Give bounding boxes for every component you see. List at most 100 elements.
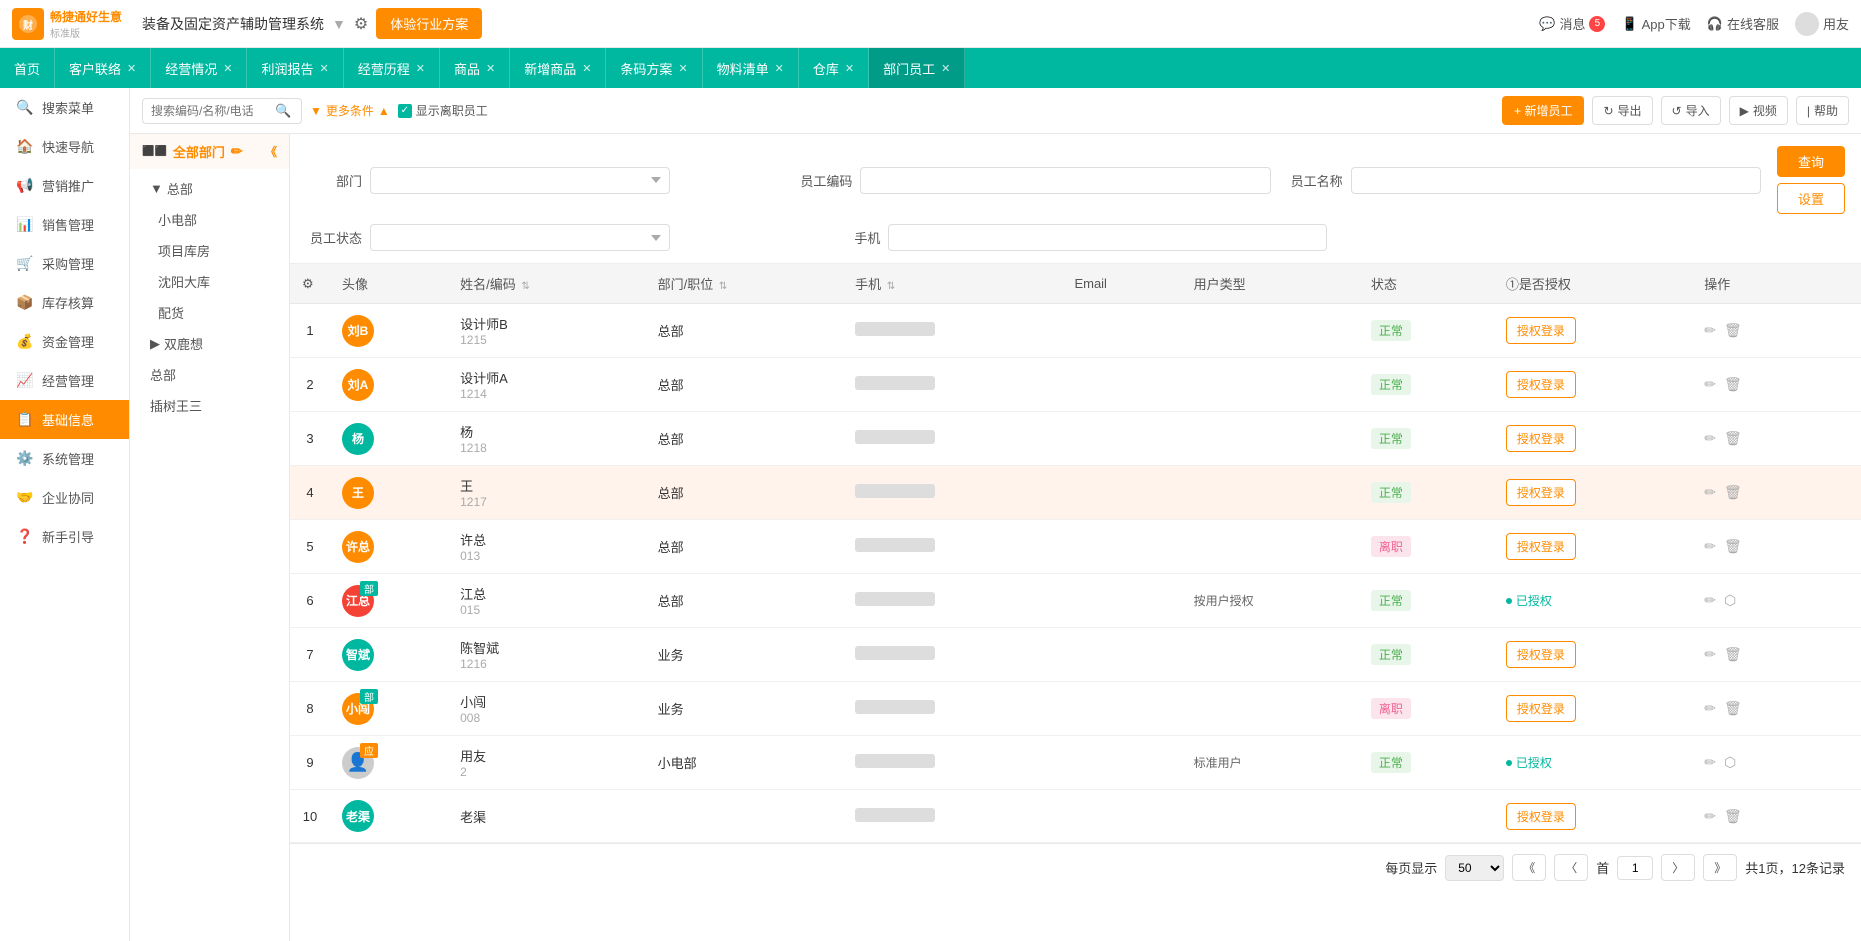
- dept-edit-icon[interactable]: ✏: [231, 143, 243, 160]
- close-icon[interactable]: ✕: [845, 62, 854, 75]
- delete-icon[interactable]: 🗑: [1724, 808, 1742, 825]
- close-icon[interactable]: ✕: [320, 62, 329, 75]
- export-button[interactable]: ↻ 导出: [1592, 96, 1652, 125]
- dept-tree-item-zongbu-parent[interactable]: ▼ 总部: [130, 173, 289, 204]
- tab-customer[interactable]: 客户联络 ✕: [55, 48, 151, 88]
- sidebar-item-purchase[interactable]: 🛒 采购管理: [0, 244, 129, 283]
- close-icon[interactable]: ✕: [941, 62, 950, 75]
- tab-operations[interactable]: 经营情况 ✕: [151, 48, 247, 88]
- close-icon[interactable]: ✕: [582, 62, 591, 75]
- delete-icon[interactable]: 🗑: [1724, 538, 1742, 555]
- tab-journey[interactable]: 经营历程 ✕: [344, 48, 440, 88]
- search-box[interactable]: 🔍: [142, 98, 302, 124]
- tab-department-staff[interactable]: 部门员工 ✕: [869, 48, 965, 88]
- trial-button[interactable]: 体验行业方案: [376, 8, 482, 39]
- sidebar-item-enterprise[interactable]: 🤝 企业协同: [0, 478, 129, 517]
- dept-select[interactable]: [370, 167, 670, 194]
- auth-button[interactable]: 授权登录: [1506, 803, 1576, 830]
- delete-icon[interactable]: 🗑: [1724, 700, 1742, 717]
- delete-icon[interactable]: 🗑: [1724, 322, 1742, 339]
- dept-tree-item-shenyang[interactable]: 沈阳大库: [130, 266, 289, 297]
- col-settings[interactable]: ⚙: [290, 264, 330, 304]
- emp-name-input[interactable]: [1351, 167, 1761, 194]
- sidebar-item-finance[interactable]: 💰 资金管理: [0, 322, 129, 361]
- auth-button[interactable]: 授权登录: [1506, 425, 1576, 452]
- auth-button[interactable]: 授权登录: [1506, 317, 1576, 344]
- edit-icon[interactable]: ✏: [1704, 592, 1716, 609]
- emp-code-input[interactable]: [860, 167, 1270, 194]
- help-button[interactable]: | 帮助: [1796, 96, 1849, 125]
- tab-barcode[interactable]: 条码方案 ✕: [606, 48, 702, 88]
- more-filter-button[interactable]: ▼ 更多条件 ▲: [310, 102, 390, 119]
- sidebar-item-system[interactable]: ⚙️ 系统管理: [0, 439, 129, 478]
- collapse-icon[interactable]: 《: [265, 143, 277, 160]
- edit-icon[interactable]: ✏: [1704, 538, 1716, 555]
- dept-tree-item-zongbu[interactable]: 总部: [130, 359, 289, 390]
- sidebar-item-quick-nav[interactable]: 🏠 快速导航: [0, 127, 129, 166]
- tab-bom[interactable]: 物料清单 ✕: [703, 48, 799, 88]
- page-input[interactable]: [1617, 856, 1653, 880]
- dept-tree-item-shuanglu[interactable]: ▶ 双鹿想: [130, 328, 289, 359]
- auth-button[interactable]: 授权登录: [1506, 533, 1576, 560]
- prev-page-button[interactable]: 〈: [1554, 854, 1588, 881]
- sidebar-item-sales[interactable]: 📊 销售管理: [0, 205, 129, 244]
- close-icon[interactable]: ✕: [416, 62, 425, 75]
- edit-icon[interactable]: ✏: [1704, 376, 1716, 393]
- close-icon[interactable]: ✕: [486, 62, 495, 75]
- delete-icon[interactable]: 🗑: [1724, 484, 1742, 501]
- tab-home[interactable]: 首页: [0, 48, 55, 88]
- close-icon[interactable]: ✕: [678, 62, 687, 75]
- phone-input[interactable]: [888, 224, 1326, 251]
- tab-goods[interactable]: 商品 ✕: [440, 48, 510, 88]
- chevron-down-icon[interactable]: ▼: [332, 16, 346, 32]
- dept-tree-item-xiaodian[interactable]: 小电部: [130, 204, 289, 235]
- view-button[interactable]: ▶ 视频: [1729, 96, 1788, 125]
- table-settings-icon[interactable]: ⚙: [302, 276, 314, 291]
- auth-button[interactable]: 授权登录: [1506, 479, 1576, 506]
- close-icon[interactable]: ✕: [127, 62, 136, 75]
- col-name-code[interactable]: 姓名/编码 ⇅: [448, 264, 645, 304]
- first-page-button[interactable]: 《: [1512, 854, 1546, 881]
- user-menu[interactable]: 用友: [1795, 12, 1849, 36]
- emp-status-select[interactable]: [370, 224, 670, 251]
- message-button[interactable]: 💬 消息 5: [1539, 14, 1605, 33]
- edit-icon[interactable]: ✏: [1704, 754, 1716, 771]
- online-service-button[interactable]: 🎧 在线客服: [1707, 14, 1779, 33]
- edit-icon[interactable]: ✏: [1704, 700, 1716, 717]
- sidebar-item-basic-info[interactable]: 📋 基础信息: [0, 400, 129, 439]
- edit-icon[interactable]: ✏: [1704, 646, 1716, 663]
- delete-icon[interactable]: 🗑: [1724, 646, 1742, 663]
- auth-button[interactable]: 授权登录: [1506, 371, 1576, 398]
- edit-icon[interactable]: ✏: [1704, 322, 1716, 339]
- per-page-select[interactable]: 50 20 100: [1445, 855, 1504, 881]
- delete-icon[interactable]: 🗑: [1724, 430, 1742, 447]
- auth-button[interactable]: 授权登录: [1506, 641, 1576, 668]
- reset-button[interactable]: 设置: [1777, 183, 1845, 214]
- col-phone[interactable]: 手机 ⇅: [843, 264, 1062, 304]
- auth-button[interactable]: 授权登录: [1506, 695, 1576, 722]
- dept-tree-item-peihuo[interactable]: 配货: [130, 297, 289, 328]
- col-dept[interactable]: 部门/职位 ⇅: [646, 264, 843, 304]
- delete-icon[interactable]: 🗑: [1724, 376, 1742, 393]
- copy-icon[interactable]: ⬡: [1724, 592, 1736, 609]
- sidebar-item-inventory[interactable]: 📦 库存核算: [0, 283, 129, 322]
- dept-all-button[interactable]: ⬛⬛ 全部部门 ✏ 《: [130, 134, 289, 169]
- show-resigned-checkbox[interactable]: ✓ 显示离职员工: [398, 102, 488, 119]
- search-input[interactable]: [151, 104, 271, 118]
- tab-warehouse[interactable]: 仓库 ✕: [799, 48, 869, 88]
- add-employee-button[interactable]: + 新增员工: [1502, 96, 1584, 125]
- close-icon[interactable]: ✕: [775, 62, 784, 75]
- dept-tree-item-project[interactable]: 项目库房: [130, 235, 289, 266]
- gear-button[interactable]: ⚙: [354, 14, 368, 34]
- sidebar-item-new-guide[interactable]: ❓ 新手引导: [0, 517, 129, 556]
- last-page-button[interactable]: 》: [1703, 854, 1737, 881]
- copy-icon[interactable]: ⬡: [1724, 754, 1736, 771]
- tab-profit[interactable]: 利润报告 ✕: [247, 48, 343, 88]
- close-icon[interactable]: ✕: [223, 62, 232, 75]
- edit-icon[interactable]: ✏: [1704, 430, 1716, 447]
- edit-icon[interactable]: ✏: [1704, 484, 1716, 501]
- sidebar-item-search-menu[interactable]: 🔍 搜索菜单: [0, 88, 129, 127]
- sidebar-item-marketing[interactable]: 📢 营销推广: [0, 166, 129, 205]
- tab-add-goods[interactable]: 新增商品 ✕: [510, 48, 606, 88]
- query-button[interactable]: 查询: [1777, 146, 1845, 177]
